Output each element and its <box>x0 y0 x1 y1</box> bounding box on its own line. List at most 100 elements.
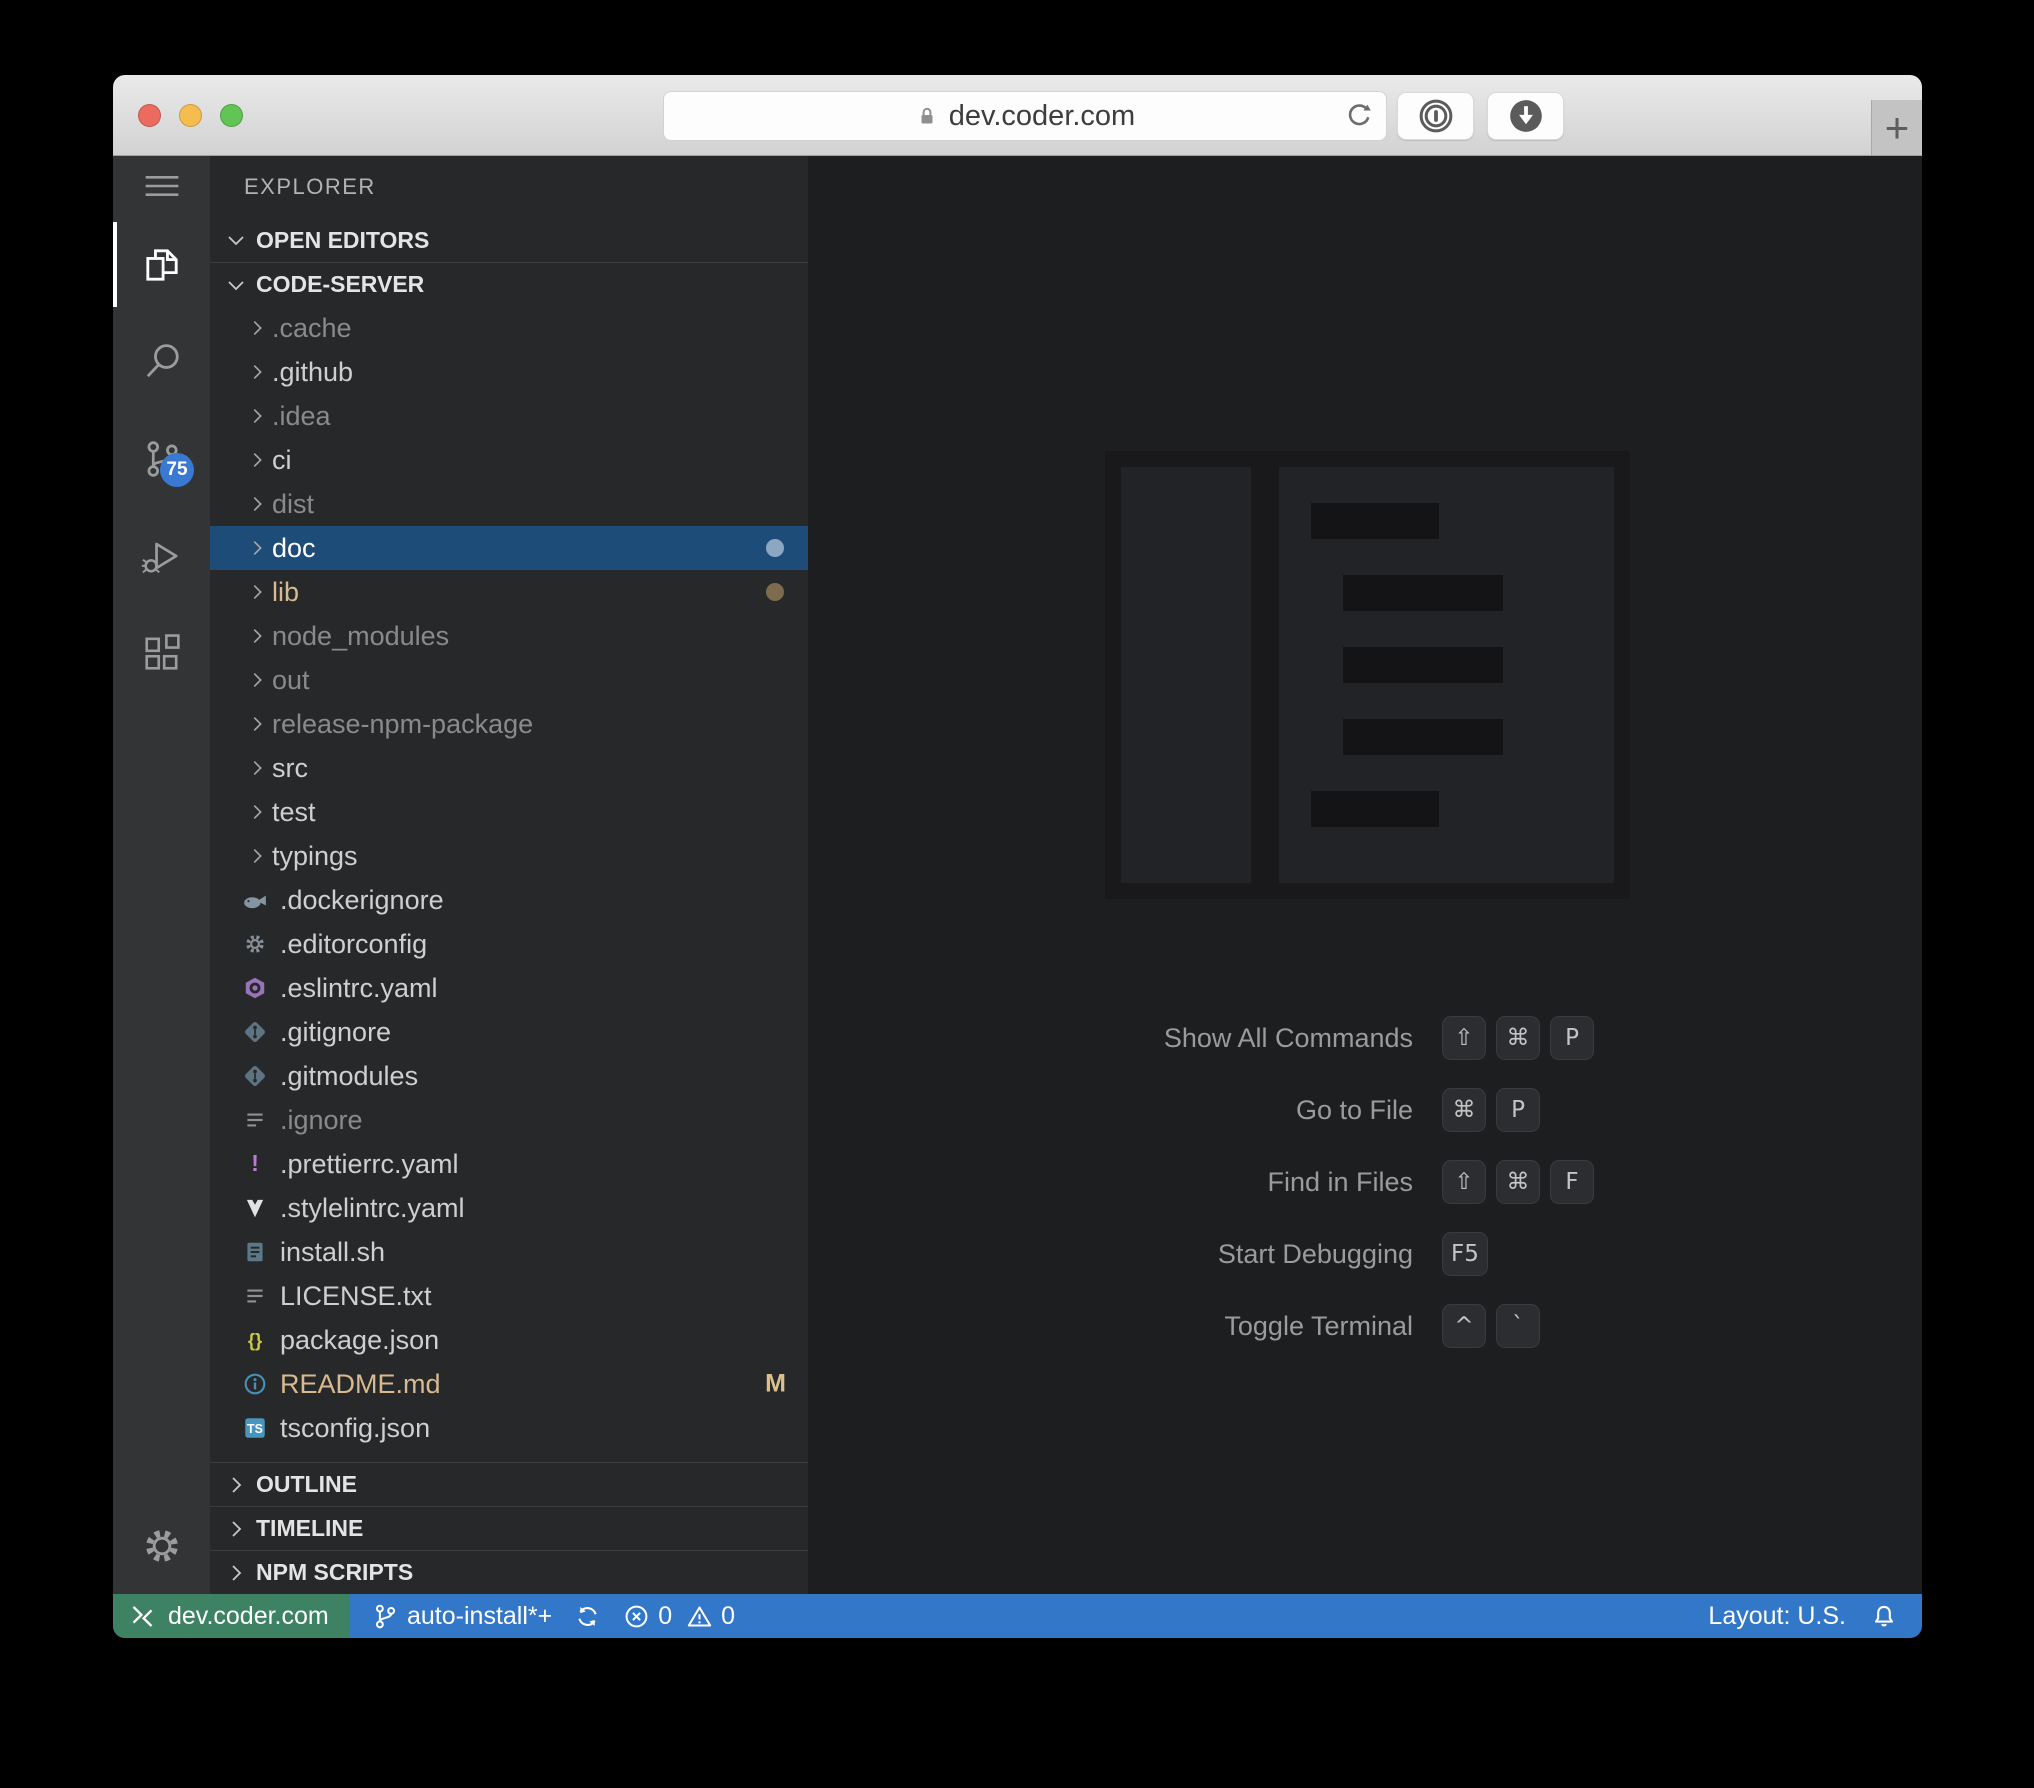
remote-icon <box>129 1603 156 1630</box>
folder-item-dist[interactable]: dist <box>210 482 808 526</box>
shortcut-label: Show All Commands <box>1163 1022 1413 1053</box>
remote-indicator[interactable]: dev.coder.com <box>113 1594 350 1638</box>
item-label: node_modules <box>272 620 450 651</box>
file-item-package.json[interactable]: {} package.json <box>210 1318 808 1362</box>
traffic-lights <box>138 75 243 155</box>
new-tab-button[interactable]: + <box>1871 100 1922 155</box>
file-item-.gitignore[interactable]: .gitignore <box>210 1010 808 1054</box>
whale-icon <box>242 887 268 913</box>
download-icon <box>1507 97 1545 135</box>
chevron-right-icon <box>246 449 268 471</box>
menu-button[interactable] <box>113 156 210 216</box>
item-label: tsconfig.json <box>280 1412 431 1443</box>
branch-icon <box>372 1603 399 1630</box>
file-item-install.sh[interactable]: install.sh <box>210 1230 808 1274</box>
file-item-.ignore[interactable]: .ignore <box>210 1098 808 1142</box>
keyboard-key: ⌘ <box>1442 1088 1486 1132</box>
chevron-right-icon <box>246 713 268 735</box>
search-icon <box>138 338 186 386</box>
sync-changes-button[interactable] <box>574 1603 601 1630</box>
keyboard-layout-label[interactable]: Layout: U.S. <box>1708 1602 1846 1631</box>
ts-icon: TS <box>242 1415 268 1441</box>
welcome-watermark <box>1105 451 1630 899</box>
item-label: ci <box>272 444 292 475</box>
chevron-right-icon <box>246 757 268 779</box>
folder-item-out[interactable]: out <box>210 658 808 702</box>
keyboard-key: ` <box>1496 1304 1540 1348</box>
item-label: .editorconfig <box>280 928 428 959</box>
file-item-.gitmodules[interactable]: .gitmodules <box>210 1054 808 1098</box>
sidebar-title: EXPLORER <box>244 174 376 199</box>
file-item-.eslintrc.yaml[interactable]: .eslintrc.yaml <box>210 966 808 1010</box>
activitybar-source-control[interactable]: 75 <box>113 410 210 507</box>
stylelint-icon <box>242 1195 268 1221</box>
close-button[interactable] <box>138 103 161 127</box>
password-extension-button[interactable] <box>1397 92 1474 140</box>
section-code-server[interactable]: CODE-SERVER <box>210 262 808 306</box>
file-item-tsconfig.json[interactable]: TS tsconfig.json <box>210 1406 808 1450</box>
folder-item-.github[interactable]: .github <box>210 350 808 394</box>
item-label: out <box>272 664 310 695</box>
section-outline[interactable]: OUTLINE <box>210 1462 808 1506</box>
keyboard-key: ^ <box>1442 1304 1486 1348</box>
file-item-README.md[interactable]: README.md M <box>210 1362 808 1406</box>
text-lines-icon <box>242 1107 268 1133</box>
item-label: install.sh <box>280 1236 386 1267</box>
activitybar-search[interactable] <box>113 313 210 410</box>
minimize-button[interactable] <box>179 103 202 127</box>
section-label: TIMELINE <box>256 1515 364 1541</box>
section-open-editors[interactable]: OPEN EDITORS <box>210 218 808 262</box>
svg-text:TS: TS <box>247 1422 263 1436</box>
folder-item-ci[interactable]: ci <box>210 438 808 482</box>
browser-window: dev.coder.com + 75 EXPLORER OPEN EDITORS… <box>113 75 1922 1638</box>
address-bar[interactable]: dev.coder.com <box>663 91 1387 141</box>
folder-item-release-npm-package[interactable]: release-npm-package <box>210 702 808 746</box>
folder-item-node_modules[interactable]: node_modules <box>210 614 808 658</box>
folder-item-src[interactable]: src <box>210 746 808 790</box>
settings-button[interactable] <box>113 1497 210 1594</box>
chevron-right-icon <box>246 361 268 383</box>
folder-item-.cache[interactable]: .cache <box>210 306 808 350</box>
scm-badge: 75 <box>160 453 194 487</box>
zoom-button[interactable] <box>220 103 243 127</box>
shortcut-label: Find in Files <box>1267 1166 1413 1197</box>
chevron-down-icon <box>224 228 248 252</box>
problems-item[interactable]: 0 0 <box>623 1602 735 1631</box>
item-label: release-npm-package <box>272 708 534 739</box>
activitybar-extensions[interactable] <box>113 604 210 701</box>
warning-icon <box>686 1603 713 1630</box>
keyboard-shortcut-hints: Show All Commands ⇧ ⌘ P Go to File ⌘ P Find in … <box>808 1002 1922 1362</box>
downloads-button[interactable] <box>1487 92 1564 140</box>
shortcut-row: Toggle Terminal ^ ` <box>808 1290 1922 1362</box>
file-item-LICENSE.txt[interactable]: LICENSE.txt <box>210 1274 808 1318</box>
item-label: typings <box>272 840 358 871</box>
activitybar-run-debug[interactable] <box>113 507 210 604</box>
bell-icon[interactable] <box>1870 1602 1898 1630</box>
branch-label: auto-install*+ <box>407 1601 553 1630</box>
git-branch-item[interactable]: auto-install*+ <box>372 1602 552 1631</box>
modified-dot-badge <box>766 539 784 557</box>
svg-text:{}: {} <box>248 1330 262 1351</box>
git-icon <box>242 1019 268 1045</box>
file-item-.dockerignore[interactable]: .dockerignore <box>210 878 808 922</box>
folder-item-test[interactable]: test <box>210 790 808 834</box>
file-item-.editorconfig[interactable]: .editorconfig <box>210 922 808 966</box>
shortcut-row: Go to File ⌘ P <box>808 1074 1922 1146</box>
chevron-right-icon <box>224 1561 248 1585</box>
section-npm-scripts[interactable]: NPM SCRIPTS <box>210 1550 808 1594</box>
folder-item-.idea[interactable]: .idea <box>210 394 808 438</box>
browser-titlebar: dev.coder.com + <box>113 75 1922 156</box>
section-timeline[interactable]: TIMELINE <box>210 1506 808 1550</box>
keyboard-key: ⌘ <box>1496 1160 1540 1204</box>
item-label: README.md <box>280 1368 441 1399</box>
shortcut-row: Show All Commands ⇧ ⌘ P <box>808 1002 1922 1074</box>
reload-button[interactable] <box>1342 99 1376 133</box>
file-item-.prettierrc.yaml[interactable]: ! .prettierrc.yaml <box>210 1142 808 1186</box>
folder-item-lib[interactable]: lib <box>210 570 808 614</box>
folder-item-doc[interactable]: doc <box>210 526 808 570</box>
chevron-right-icon <box>246 581 268 603</box>
file-item-.stylelintrc.yaml[interactable]: .stylelintrc.yaml <box>210 1186 808 1230</box>
activitybar-explorer[interactable] <box>113 216 210 313</box>
folder-item-typings[interactable]: typings <box>210 834 808 878</box>
text-lines-icon <box>242 1283 268 1309</box>
